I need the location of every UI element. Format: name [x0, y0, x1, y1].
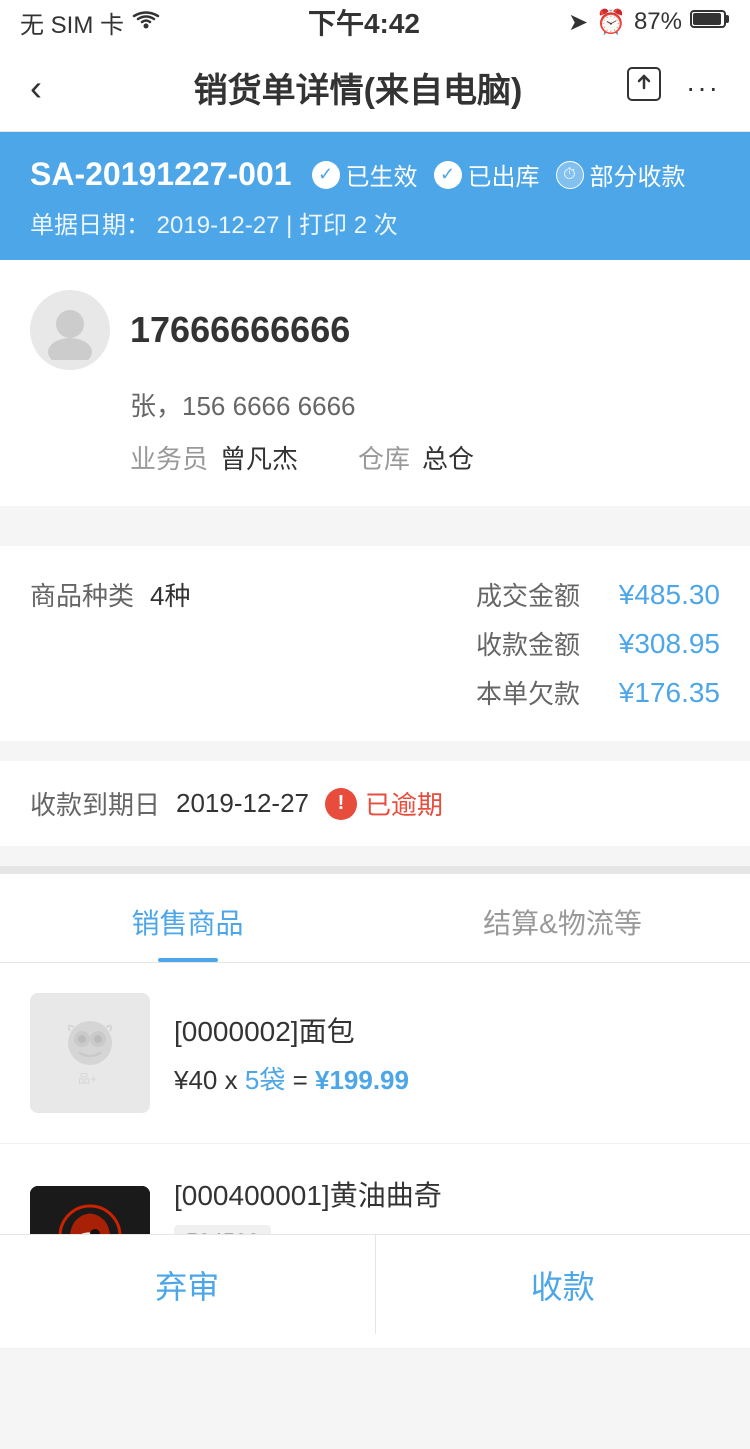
table-row: 品+ [0000002]面包 ¥40 x 5袋 = ¥199.99	[0, 963, 750, 1144]
check-icon-1: ✓	[312, 161, 340, 189]
tab-settlement[interactable]: 结算&物流等	[375, 874, 750, 962]
product-multiply-1: x	[225, 1065, 245, 1095]
order-date: 2019-12-27	[157, 212, 280, 239]
print-label: | 打印	[286, 212, 347, 239]
tab-sales-goods[interactable]: 销售商品	[0, 874, 375, 962]
debt-label: 本单欠款	[476, 674, 580, 711]
tabs-section: 销售商品 结算&物流等	[0, 874, 750, 963]
due-date: 2019-12-27	[176, 788, 309, 819]
order-date-info: 单据日期： 2019-12-27 | 打印 2 次	[30, 205, 720, 240]
nav-bar: ‹ 销货单详情(来自电脑) ···	[0, 44, 750, 132]
product-name-2: [000400001]黄油曲奇	[174, 1174, 720, 1214]
product-thumbnail-1: 品+	[30, 993, 150, 1113]
badge-partial: ⏱ 部分收款	[556, 157, 686, 192]
sim-label: 无 SIM 卡	[20, 5, 124, 40]
nav-actions: ···	[626, 66, 720, 110]
more-button[interactable]: ···	[686, 72, 720, 104]
warehouse-label: 仓库	[358, 439, 410, 476]
sales-info: 业务员 曾凡杰	[130, 439, 298, 476]
overdue-text: 已逾期	[365, 785, 443, 822]
cancel-audit-button[interactable]: 弃审	[0, 1235, 376, 1334]
overdue-icon: !	[325, 788, 357, 820]
alarm-icon: ⏰	[596, 8, 626, 37]
product-price-1: ¥40 x 5袋 = ¥199.99	[174, 1060, 720, 1097]
sales-label: 业务员	[130, 439, 208, 476]
check-icon-2: ✓	[434, 161, 462, 189]
product-type-label: 商品种类	[30, 576, 134, 613]
share-button[interactable]	[626, 66, 662, 110]
order-badges: ✓ 已生效 ✓ 已出库 ⏱ 部分收款	[312, 157, 686, 192]
status-time: 下午4:42	[308, 2, 420, 42]
badge-shipped: ✓ 已出库	[434, 157, 540, 192]
battery-icon	[690, 8, 730, 37]
warehouse-name: 总仓	[422, 439, 474, 476]
product-name-1: [0000002]面包	[174, 1010, 720, 1050]
stats-section: 商品种类 4种 成交金额 ¥485.30 收款金额 ¥308.95 本单欠款 ¥…	[0, 546, 750, 741]
warehouse-info: 仓库 总仓	[358, 439, 474, 476]
badge-effective-label: 已生效	[346, 157, 418, 192]
product-info-1: [0000002]面包 ¥40 x 5袋 = ¥199.99	[174, 1010, 720, 1097]
pay-amount-value: ¥308.95	[600, 628, 720, 660]
due-date-section: 收款到期日 2019-12-27 ! 已逾期	[0, 761, 750, 846]
bottom-bar: 弃审 收款	[0, 1234, 750, 1334]
page-title: 销货单详情(来自电脑)	[90, 63, 626, 112]
divider-3	[0, 866, 750, 874]
product-eq-1: =	[293, 1065, 315, 1095]
avatar	[30, 290, 110, 370]
location-icon: ➤	[568, 8, 588, 37]
product-base-price-1: ¥40	[174, 1065, 217, 1095]
customer-id: 17666666666	[130, 309, 350, 351]
product-qty-1: 5袋	[245, 1065, 285, 1095]
deal-amount-row: 成交金额 ¥485.30	[476, 576, 720, 613]
customer-meta: 业务员 曾凡杰 仓库 总仓	[130, 439, 720, 476]
product-type-info: 商品种类 4种	[30, 576, 190, 613]
badge-effective: ✓ 已生效	[312, 157, 418, 192]
debt-amount-value: ¥176.35	[600, 677, 720, 709]
battery-level: 87%	[634, 8, 682, 36]
order-header: SA-20191227-001 ✓ 已生效 ✓ 已出库 ⏱ 部分收款 单据日期：…	[0, 132, 750, 260]
divider-1	[0, 526, 750, 546]
customer-section: 17666666666 张，156 6666 6666 业务员 曾凡杰 仓库 总…	[0, 260, 750, 506]
wifi-icon	[132, 8, 160, 36]
clock-icon: ⏱	[556, 161, 584, 189]
back-button[interactable]: ‹	[30, 67, 90, 109]
amount-info: 成交金额 ¥485.30 收款金额 ¥308.95 本单欠款 ¥176.35	[476, 576, 720, 711]
badge-partial-label: 部分收款	[590, 157, 686, 192]
bottom-spacer	[0, 1349, 750, 1449]
sales-name: 曾凡杰	[220, 439, 298, 476]
product-total-1: ¥199.99	[315, 1065, 409, 1095]
debt-amount-row: 本单欠款 ¥176.35	[476, 674, 720, 711]
due-label: 收款到期日	[30, 785, 160, 822]
tabs-row: 销售商品 结算&物流等	[0, 874, 750, 963]
pay-amount-label: 收款金额	[476, 625, 580, 662]
deal-amount-label: 成交金额	[476, 576, 580, 613]
print-count: 2 次	[354, 212, 398, 239]
overdue-badge: ! 已逾期	[325, 785, 443, 822]
badge-shipped-label: 已出库	[468, 157, 540, 192]
status-right: ➤ ⏰ 87%	[568, 8, 730, 37]
status-bar: 无 SIM 卡 下午4:42 ➤ ⏰ 87%	[0, 0, 750, 44]
divider-2	[0, 741, 750, 761]
pay-amount-row: 收款金额 ¥308.95	[476, 625, 720, 662]
svg-text:品+: 品+	[78, 1072, 97, 1086]
product-count: 4种	[150, 576, 190, 613]
order-id: SA-20191227-001	[30, 156, 292, 193]
customer-name-phone: 张，156 6666 6666	[130, 386, 720, 423]
collect-payment-button[interactable]: 收款	[376, 1235, 750, 1334]
deal-amount-value: ¥485.30	[600, 579, 720, 611]
status-left: 无 SIM 卡	[20, 5, 160, 40]
date-label: 单据日期：	[30, 212, 150, 239]
